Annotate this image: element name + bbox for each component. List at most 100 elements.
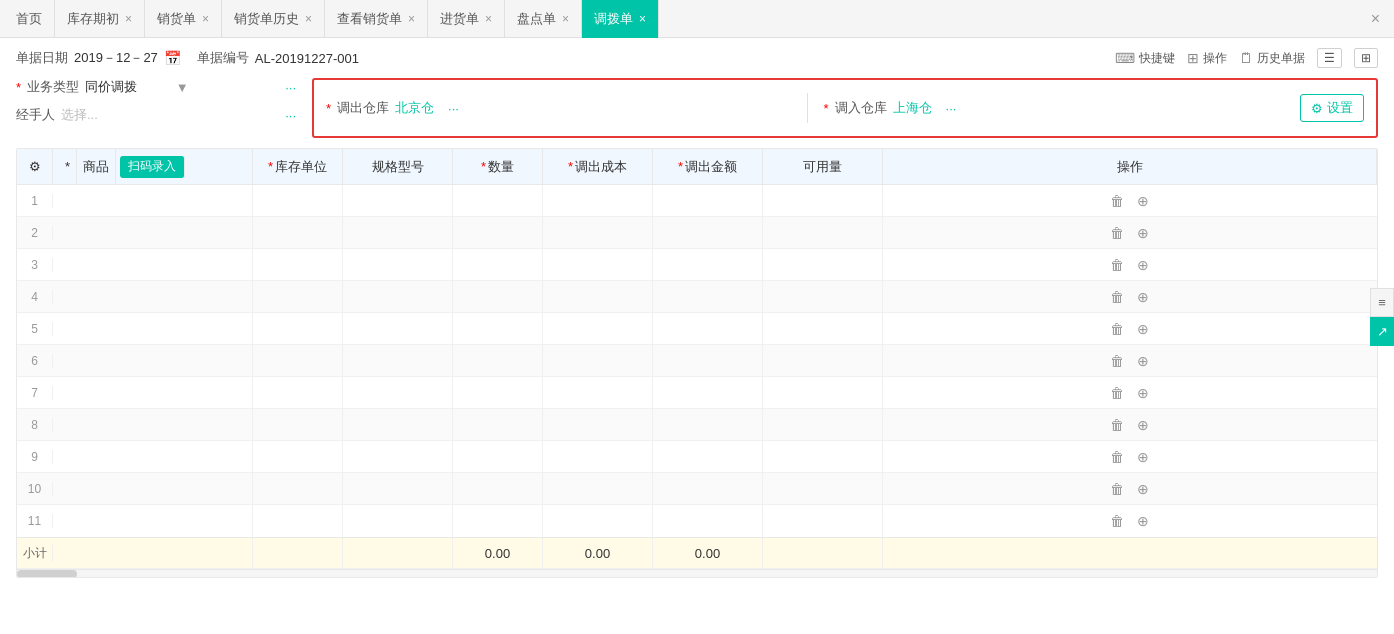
tab-sales-history[interactable]: 销货单历史 × [222, 0, 325, 38]
close-view-sales[interactable]: × [408, 12, 415, 26]
row-5-cost[interactable] [543, 313, 653, 344]
row-4-cost[interactable] [543, 281, 653, 312]
close-sales-order[interactable]: × [202, 12, 209, 26]
row-4-qty[interactable] [453, 281, 543, 312]
scroll-thumb[interactable] [17, 570, 77, 578]
row-5-qty[interactable] [453, 313, 543, 344]
row-2-product[interactable] [53, 217, 253, 248]
tab-purchase[interactable]: 进货单 × [428, 0, 505, 38]
copy-icon[interactable]: ⊕ [1133, 447, 1153, 467]
warehouse-in-more[interactable]: ··· [946, 101, 957, 116]
row-2-cost[interactable] [543, 217, 653, 248]
tab-view-sales[interactable]: 查看销货单 × [325, 0, 428, 38]
row-2-amount[interactable] [653, 217, 763, 248]
row-2-qty[interactable] [453, 217, 543, 248]
delete-icon[interactable]: 🗑 [1107, 255, 1127, 275]
row-10-product[interactable] [53, 473, 253, 504]
row-9-qty[interactable] [453, 441, 543, 472]
copy-icon[interactable]: ⊕ [1133, 191, 1153, 211]
row-7-amount[interactable] [653, 377, 763, 408]
row-6-qty[interactable] [453, 345, 543, 376]
row-7-qty[interactable] [453, 377, 543, 408]
delete-icon[interactable]: 🗑 [1107, 447, 1127, 467]
copy-icon[interactable]: ⊕ [1133, 351, 1153, 371]
tab-inventory[interactable]: 盘点单 × [505, 0, 582, 38]
copy-icon[interactable]: ⊕ [1133, 319, 1153, 339]
row-10-cost[interactable] [543, 473, 653, 504]
tab-inventory-init[interactable]: 库存期初 × [55, 0, 145, 38]
row-11-qty[interactable] [453, 505, 543, 537]
copy-icon[interactable]: ⊕ [1133, 415, 1153, 435]
layout1-btn[interactable]: ☰ [1317, 48, 1342, 68]
delete-icon[interactable]: 🗑 [1107, 415, 1127, 435]
row-3-amount[interactable] [653, 249, 763, 280]
business-type-more[interactable]: ··· [285, 80, 296, 95]
row-10-amount[interactable] [653, 473, 763, 504]
close-inventory[interactable]: × [562, 12, 569, 26]
tab-home[interactable]: 首页 [4, 0, 55, 38]
tab-transfer[interactable]: 调拨单 × [582, 0, 659, 38]
close-inventory-init[interactable]: × [125, 12, 132, 26]
delete-icon[interactable]: 🗑 [1107, 511, 1127, 531]
shortcut-btn[interactable]: ⌨ 快捷键 [1115, 50, 1175, 67]
row-6-product[interactable] [53, 345, 253, 376]
business-type-dropdown[interactable]: ▼ [176, 80, 189, 95]
row-5-amount[interactable] [653, 313, 763, 344]
delete-icon[interactable]: 🗑 [1107, 351, 1127, 371]
row-4-product[interactable] [53, 281, 253, 312]
delete-icon[interactable]: 🗑 [1107, 479, 1127, 499]
close-all-tabs[interactable]: × [1361, 10, 1390, 28]
row-9-product[interactable] [53, 441, 253, 472]
handler-more[interactable]: ··· [285, 108, 296, 123]
copy-icon[interactable]: ⊕ [1133, 479, 1153, 499]
tab-sales-order[interactable]: 销货单 × [145, 0, 222, 38]
row-1-amount[interactable] [653, 185, 763, 216]
row-11-product[interactable] [53, 505, 253, 537]
row-8-amount[interactable] [653, 409, 763, 440]
delete-icon[interactable]: 🗑 [1107, 191, 1127, 211]
row-5-product[interactable] [53, 313, 253, 344]
row-10-qty[interactable] [453, 473, 543, 504]
row-7-product[interactable] [53, 377, 253, 408]
layout2-btn[interactable]: ⊞ [1354, 48, 1378, 68]
operations-btn[interactable]: ⊞ 操作 [1187, 50, 1227, 67]
row-7-cost[interactable] [543, 377, 653, 408]
row-3-product[interactable] [53, 249, 253, 280]
row-6-amount[interactable] [653, 345, 763, 376]
close-transfer[interactable]: × [639, 12, 646, 26]
row-8-qty[interactable] [453, 409, 543, 440]
row-9-cost[interactable] [543, 441, 653, 472]
list-float-btn[interactable]: ≡ [1370, 288, 1394, 317]
expand-float-btn[interactable]: ↗ [1370, 317, 1394, 346]
row-1-cost[interactable] [543, 185, 653, 216]
row-6-cost[interactable] [543, 345, 653, 376]
delete-icon[interactable]: 🗑 [1107, 383, 1127, 403]
calendar-icon[interactable]: 📅 [164, 50, 181, 66]
delete-icon[interactable]: 🗑 [1107, 223, 1127, 243]
row-3-qty[interactable] [453, 249, 543, 280]
col-settings-btn[interactable]: ⚙ [17, 149, 53, 184]
copy-icon[interactable]: ⊕ [1133, 223, 1153, 243]
scan-btn[interactable]: 扫码录入 [120, 156, 185, 178]
handler-placeholder[interactable]: 选择... [61, 106, 98, 124]
setting-button[interactable]: ⚙ 设置 [1300, 94, 1364, 122]
row-3-cost[interactable] [543, 249, 653, 280]
row-9-amount[interactable] [653, 441, 763, 472]
history-btn[interactable]: 🗒 历史单据 [1239, 50, 1305, 67]
copy-icon[interactable]: ⊕ [1133, 287, 1153, 307]
row-4-amount[interactable] [653, 281, 763, 312]
horizontal-scrollbar[interactable] [17, 569, 1377, 577]
delete-icon[interactable]: 🗑 [1107, 319, 1127, 339]
copy-icon[interactable]: ⊕ [1133, 255, 1153, 275]
copy-icon[interactable]: ⊕ [1133, 383, 1153, 403]
delete-icon[interactable]: 🗑 [1107, 287, 1127, 307]
row-11-cost[interactable] [543, 505, 653, 537]
close-sales-history[interactable]: × [305, 12, 312, 26]
warehouse-out-more[interactable]: ··· [448, 101, 459, 116]
row-11-amount[interactable] [653, 505, 763, 537]
row-8-cost[interactable] [543, 409, 653, 440]
row-1-product[interactable] [53, 185, 253, 216]
close-purchase[interactable]: × [485, 12, 492, 26]
copy-icon[interactable]: ⊕ [1133, 511, 1153, 531]
row-8-product[interactable] [53, 409, 253, 440]
